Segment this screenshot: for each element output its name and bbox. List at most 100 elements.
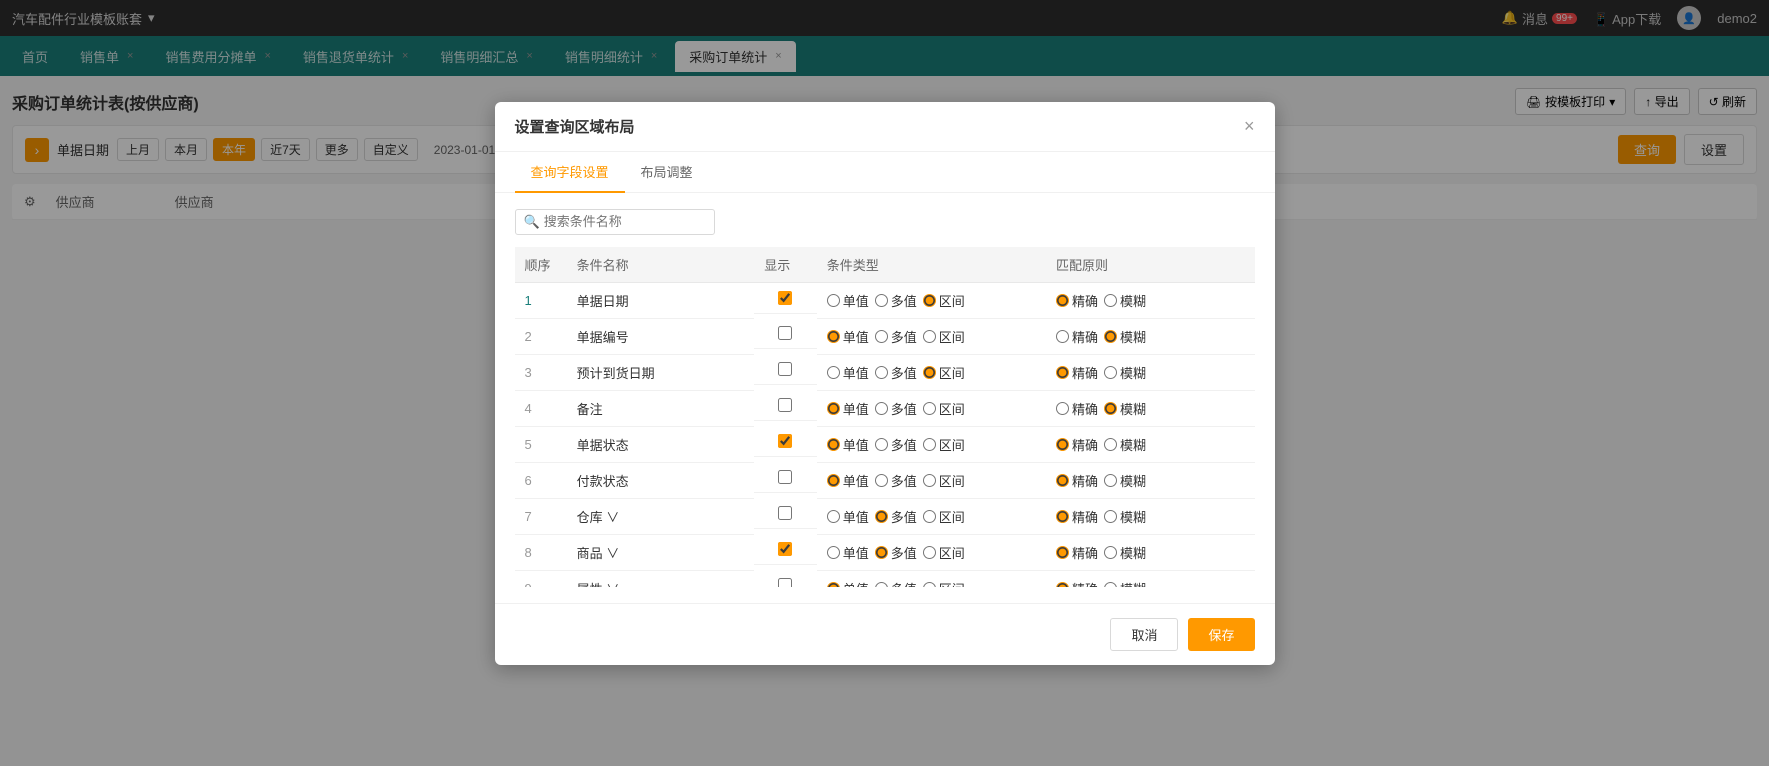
dialog-tab-query-label: 查询字段设置 (531, 165, 609, 180)
type-option-单值[interactable]: 单值 (827, 471, 869, 490)
row-match-9: 精确模糊 (1046, 570, 1254, 587)
match-option-模糊[interactable]: 模糊 (1104, 435, 1146, 454)
type-option-多值[interactable]: 多值 (875, 363, 917, 382)
dialog-header: 设置查询区域布局 × (495, 102, 1275, 152)
type-radio-group-3: 单值多值区间 (827, 363, 1036, 382)
row-order-6: 6 (515, 462, 567, 498)
row-order-2: 2 (515, 318, 567, 354)
match-radio-group-2: 精确模糊 (1056, 327, 1244, 346)
order-num: 3 (525, 365, 532, 380)
match-option-模糊[interactable]: 模糊 (1104, 363, 1146, 382)
type-option-区间[interactable]: 区间 (923, 579, 965, 587)
row-name-4: 备注 (567, 390, 755, 426)
display-checkbox-5[interactable] (778, 434, 792, 448)
type-option-多值[interactable]: 多值 (875, 579, 917, 587)
dialog-footer: 取消 保存 (495, 603, 1275, 665)
row-order-9: 9 (515, 570, 567, 587)
type-radio-group-5: 单值多值区间 (827, 435, 1036, 454)
th-display: 显示 (754, 247, 817, 283)
search-input[interactable] (544, 214, 704, 229)
type-radio-group-7: 单值多值区间 (827, 507, 1036, 526)
match-option-模糊[interactable]: 模糊 (1104, 507, 1146, 526)
match-option-模糊[interactable]: 模糊 (1104, 399, 1146, 418)
match-radio-group-4: 精确模糊 (1056, 399, 1244, 418)
th-order: 顺序 (515, 247, 567, 283)
display-checkbox-7[interactable] (778, 506, 792, 520)
table-row: 1单据日期单值多值区间精确模糊 (515, 282, 1255, 318)
display-checkbox-1[interactable] (778, 291, 792, 305)
row-display-5 (754, 426, 817, 457)
row-name-8: 商品 ∨ (567, 534, 755, 570)
type-option-多值[interactable]: 多值 (875, 471, 917, 490)
table-row: 2单据编号单值多值区间精确模糊 (515, 318, 1255, 354)
match-option-精确[interactable]: 精确 (1056, 291, 1098, 310)
match-option-模糊[interactable]: 模糊 (1104, 543, 1146, 562)
order-num: 2 (525, 329, 532, 344)
table-row: 6付款状态单值多值区间精确模糊 (515, 462, 1255, 498)
dialog-close-button[interactable]: × (1244, 116, 1255, 137)
type-option-区间[interactable]: 区间 (923, 543, 965, 562)
match-option-精确[interactable]: 精确 (1056, 543, 1098, 562)
match-option-模糊[interactable]: 模糊 (1104, 291, 1146, 310)
dialog-body: 🔍 顺序 条件名称 显示 条件类型 匹配原则 (495, 193, 1275, 603)
row-match-7: 精确模糊 (1046, 498, 1254, 534)
display-checkbox-3[interactable] (778, 362, 792, 376)
type-option-区间[interactable]: 区间 (923, 507, 965, 526)
order-num: 8 (525, 545, 532, 560)
display-checkbox-9[interactable] (778, 578, 792, 587)
match-option-模糊[interactable]: 模糊 (1104, 471, 1146, 490)
type-option-单值[interactable]: 单值 (827, 327, 869, 346)
table-row: 5单据状态单值多值区间精确模糊 (515, 426, 1255, 462)
order-num: 4 (525, 401, 532, 416)
cancel-button[interactable]: 取消 (1110, 618, 1178, 651)
search-bar: 🔍 (515, 209, 715, 235)
save-button[interactable]: 保存 (1188, 618, 1254, 651)
type-option-区间[interactable]: 区间 (923, 327, 965, 346)
type-option-单值[interactable]: 单值 (827, 579, 869, 587)
type-option-多值[interactable]: 多值 (875, 399, 917, 418)
type-option-单值[interactable]: 单值 (827, 363, 869, 382)
row-display-7 (754, 498, 817, 529)
display-checkbox-6[interactable] (778, 470, 792, 484)
type-option-多值[interactable]: 多值 (875, 543, 917, 562)
type-option-区间[interactable]: 区间 (923, 291, 965, 310)
match-option-精确[interactable]: 精确 (1056, 579, 1098, 587)
type-option-单值[interactable]: 单值 (827, 399, 869, 418)
match-option-精确[interactable]: 精确 (1056, 327, 1098, 346)
row-name-5: 单据状态 (567, 426, 755, 462)
type-option-多值[interactable]: 多值 (875, 291, 917, 310)
table-body: 1单据日期单值多值区间精确模糊2单据编号单值多值区间精确模糊3预计到货日期单值多… (515, 282, 1255, 587)
type-option-多值[interactable]: 多值 (875, 435, 917, 454)
type-option-区间[interactable]: 区间 (923, 363, 965, 382)
type-option-单值[interactable]: 单值 (827, 435, 869, 454)
row-type-7: 单值多值区间 (817, 498, 1046, 534)
type-option-多值[interactable]: 多值 (875, 507, 917, 526)
match-option-精确[interactable]: 精确 (1056, 399, 1098, 418)
type-option-区间[interactable]: 区间 (923, 435, 965, 454)
type-option-区间[interactable]: 区间 (923, 471, 965, 490)
display-checkbox-4[interactable] (778, 398, 792, 412)
row-type-1: 单值多值区间 (817, 282, 1046, 318)
type-radio-group-6: 单值多值区间 (827, 471, 1036, 490)
display-checkbox-2[interactable] (778, 326, 792, 340)
match-option-精确[interactable]: 精确 (1056, 507, 1098, 526)
type-option-单值[interactable]: 单值 (827, 543, 869, 562)
display-checkbox-8[interactable] (778, 542, 792, 556)
type-option-单值[interactable]: 单值 (827, 507, 869, 526)
type-option-区间[interactable]: 区间 (923, 399, 965, 418)
match-option-模糊[interactable]: 模糊 (1104, 327, 1146, 346)
row-name-3: 预计到货日期 (567, 354, 755, 390)
match-option-精确[interactable]: 精确 (1056, 435, 1098, 454)
dialog-tab-query-fields[interactable]: 查询字段设置 (515, 152, 625, 193)
row-type-6: 单值多值区间 (817, 462, 1046, 498)
match-option-精确[interactable]: 精确 (1056, 471, 1098, 490)
match-option-精确[interactable]: 精确 (1056, 363, 1098, 382)
match-option-模糊[interactable]: 模糊 (1104, 579, 1146, 587)
dialog-tab-layout[interactable]: 布局调整 (625, 152, 709, 193)
row-name-9: 属性 ∨ (567, 570, 755, 587)
row-type-2: 单值多值区间 (817, 318, 1046, 354)
row-type-4: 单值多值区间 (817, 390, 1046, 426)
type-option-单值[interactable]: 单值 (827, 291, 869, 310)
type-option-多值[interactable]: 多值 (875, 327, 917, 346)
dialog: 设置查询区域布局 × 查询字段设置 布局调整 🔍 (495, 102, 1275, 665)
